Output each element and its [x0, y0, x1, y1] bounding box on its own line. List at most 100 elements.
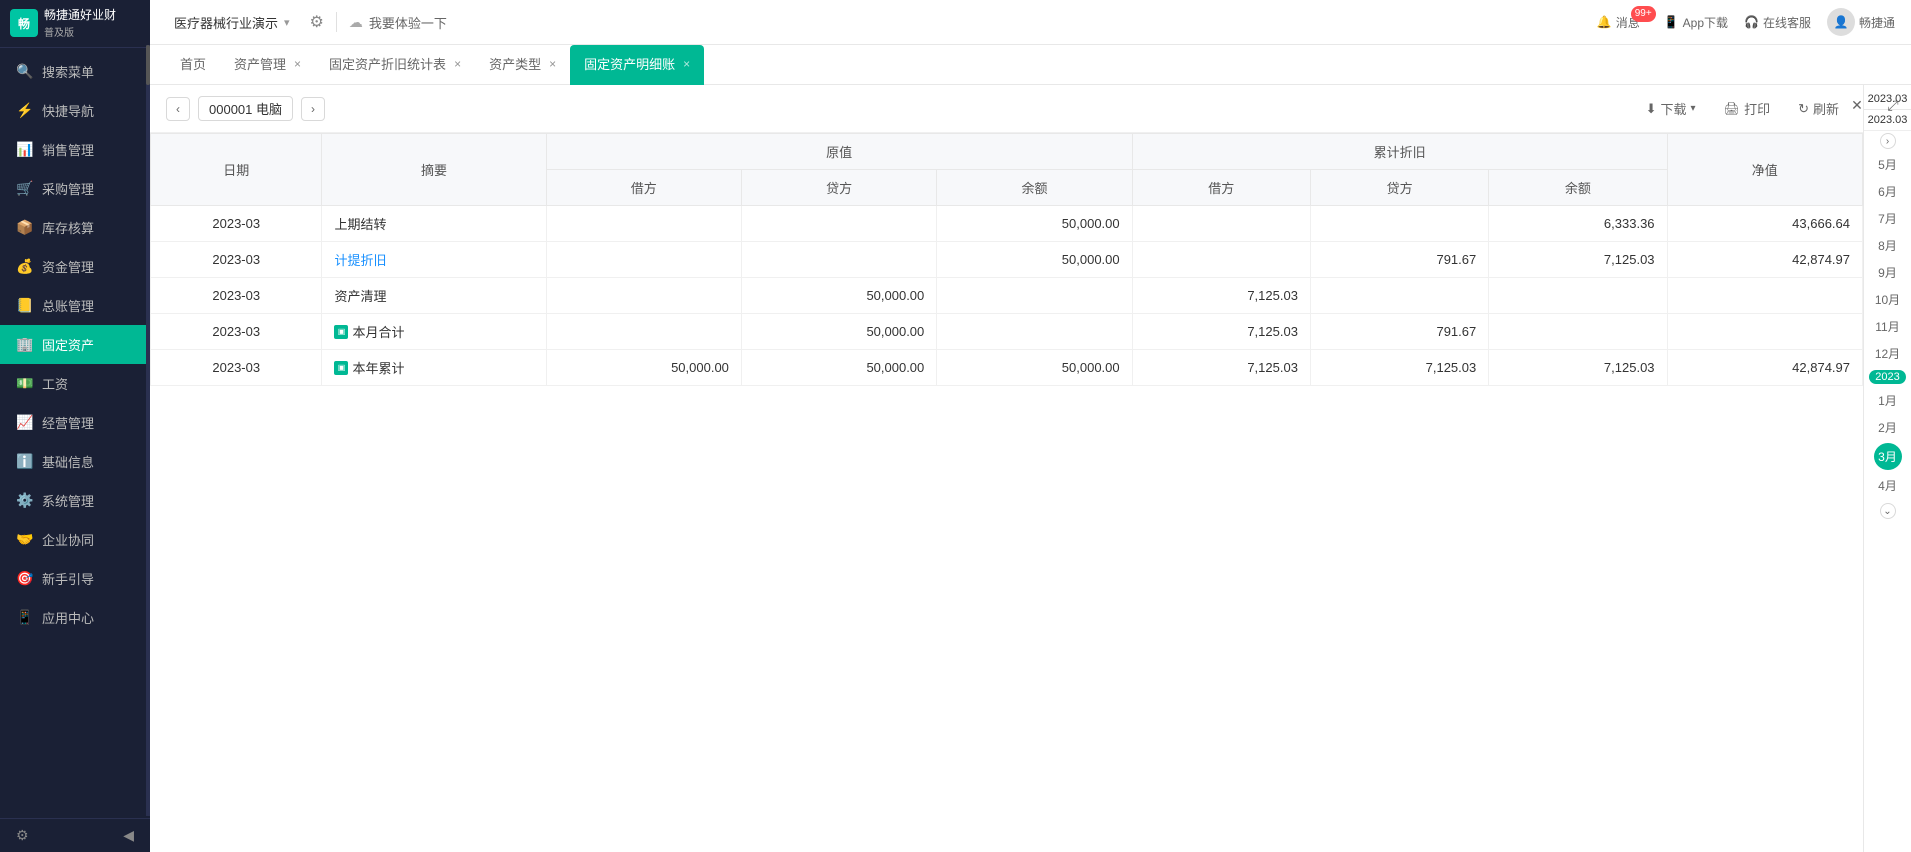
timeline-month-3-active[interactable]: 3月 [1874, 443, 1902, 470]
tabbar: 首页 资产管理 × 固定资产折旧统计表 × 资产类型 × 固定资产明细账 × [150, 45, 1911, 85]
timeline-month-2[interactable]: 2月 [1864, 414, 1911, 441]
tab-asset-type[interactable]: 资产类型 × [475, 45, 570, 85]
finance-icon: 💰 [16, 258, 34, 275]
cell-orig-debit [546, 278, 741, 314]
cell-orig-debit [546, 242, 741, 278]
search-icon: 🔍 [16, 63, 34, 80]
sidebar-item-fixed-assets[interactable]: 🏢 固定资产 [0, 325, 150, 364]
timeline-month-7[interactable]: 7月 [1864, 205, 1911, 232]
sidebar-item-label: 库存核算 [42, 218, 94, 237]
close-panel-button[interactable]: ✕ [1839, 85, 1875, 125]
cell-date: 2023-03 [151, 350, 322, 386]
content-area: ✕ ⤢ ‹ 000001 电脑 › ⬇ 下载 ▾ 🖨 打印 [150, 85, 1911, 852]
cell-summary: 计提折旧 [322, 242, 546, 278]
cell-depr-balance [1489, 314, 1667, 350]
timeline-month-12[interactable]: 12月 [1864, 340, 1911, 367]
download-button[interactable]: ⬇ 下载 ▾ [1638, 95, 1704, 122]
cell-date: 2023-03 [151, 314, 322, 350]
sidebar-item-label: 搜索菜单 [42, 62, 94, 81]
sidebar-item-search[interactable]: 🔍 搜索菜单 [0, 52, 150, 91]
cell-depr-debit: 7,125.03 [1132, 314, 1310, 350]
next-button[interactable]: › [301, 97, 325, 121]
timeline-month-6[interactable]: 6月 [1864, 178, 1911, 205]
col-depr-debit: 借方 [1132, 170, 1310, 206]
company-selector[interactable]: 医疗器械行业演示 ▾ [166, 9, 298, 36]
tab-asset-mgmt-close[interactable]: × [294, 57, 301, 71]
timeline-down-button[interactable]: ⌄ [1880, 503, 1896, 519]
headset-icon: 🎧 [1744, 15, 1759, 29]
topbar-divider [336, 12, 337, 32]
timeline-month-9[interactable]: 9月 [1864, 259, 1911, 286]
tab-depreciation-stats[interactable]: 固定资产折旧统计表 × [315, 45, 475, 85]
sidebar-item-quicknav[interactable]: ⚡ 快捷导航 [0, 91, 150, 130]
col-accumulated-depr: 累计折旧 [1132, 134, 1667, 170]
user-menu[interactable]: 👤 畅捷通 [1827, 8, 1895, 36]
tab-depreciation-stats-close[interactable]: × [454, 57, 461, 71]
cell-depr-credit: 791.67 [1310, 242, 1488, 278]
timeline-year-2023-section: 2023 1月 2月 3月 4月 [1864, 367, 1911, 499]
timeline-month-8[interactable]: 8月 [1864, 232, 1911, 259]
download-label: 下载 [1661, 99, 1687, 118]
cell-orig-balance [937, 314, 1132, 350]
cell-date: 2023-03 [151, 206, 322, 242]
table-row: 2023-03 计提折旧 50,000.00 791.67 7,125.03 4… [151, 242, 1863, 278]
timeline-month-1[interactable]: 1月 [1864, 387, 1911, 414]
timeline-collapse-button[interactable]: › [1880, 133, 1896, 149]
sidebar-item-finance[interactable]: 💰 资金管理 [0, 247, 150, 286]
sidebar-item-purchase[interactable]: 🛒 采购管理 [0, 169, 150, 208]
year-2023-badge[interactable]: 2023 [1869, 370, 1905, 384]
basicinfo-icon: ℹ️ [16, 453, 34, 470]
tab-asset-mgmt[interactable]: 资产管理 × [220, 45, 315, 85]
company-dropdown-icon: ▾ [284, 16, 290, 29]
cell-net-value [1667, 278, 1862, 314]
tab-home[interactable]: 首页 [166, 45, 220, 85]
sidebar-item-enterprise[interactable]: 🤝 企业协同 [0, 520, 150, 559]
experience-button[interactable]: ☁ 我要体验一下 [349, 13, 447, 32]
app-download-button[interactable]: 📱 App下载 [1664, 14, 1728, 31]
col-summary: 摘要 [322, 134, 546, 206]
sidebar-item-sales[interactable]: 📊 销售管理 [0, 130, 150, 169]
collapse-sidebar-icon[interactable]: ◀ [123, 827, 134, 844]
cell-depr-debit: 7,125.03 [1132, 350, 1310, 386]
cell-summary: ▣ 本月合计 [322, 314, 546, 350]
sidebar-item-ledger[interactable]: 📒 总账管理 [0, 286, 150, 325]
sidebar-item-label: 新手引导 [42, 569, 94, 588]
cell-depr-debit [1132, 206, 1310, 242]
sidebar: 畅 畅捷通好业财 普及版 🔍 搜索菜单 ⚡ 快捷导航 📊 销售管理 🛒 采购管理… [0, 0, 150, 852]
enterprise-icon: 🤝 [16, 531, 34, 548]
window-controls: ✕ ⤢ [1839, 85, 1911, 125]
settings-icon[interactable]: ⚙ [16, 827, 29, 844]
cell-depr-debit: 7,125.03 [1132, 278, 1310, 314]
col-date: 日期 [151, 134, 322, 206]
settings-gear-icon[interactable]: ⚙ [310, 12, 324, 32]
tab-asset-type-label: 资产类型 [489, 54, 541, 73]
cell-orig-balance: 50,000.00 [937, 242, 1132, 278]
customer-service-button[interactable]: 🎧 在线客服 [1744, 14, 1811, 31]
company-name: 医疗器械行业演示 [174, 13, 278, 32]
prev-button[interactable]: ‹ [166, 97, 190, 121]
tab-asset-type-close[interactable]: × [549, 57, 556, 71]
timeline-month-10[interactable]: 10月 [1864, 286, 1911, 313]
print-button[interactable]: 🖨 打印 [1716, 95, 1779, 122]
sidebar-item-salary[interactable]: 💵 工资 [0, 364, 150, 403]
sidebar-item-appcenter[interactable]: 📱 应用中心 [0, 598, 150, 637]
tab-asset-detail[interactable]: 固定资产明细账 × [570, 45, 704, 85]
sidebar-item-label: 企业协同 [42, 530, 94, 549]
ledger-table: 日期 摘要 原值 累计折旧 净值 借方 贷方 余额 借方 贷方 余额 [150, 133, 1863, 386]
cell-orig-credit: 50,000.00 [741, 350, 936, 386]
maximize-panel-button[interactable]: ⤢ [1875, 85, 1911, 125]
notifications-button[interactable]: 🔔 消息 99+ [1589, 14, 1648, 31]
sidebar-item-newguide[interactable]: 🎯 新手引导 [0, 559, 150, 598]
purchase-icon: 🛒 [16, 180, 34, 197]
tab-asset-detail-close[interactable]: × [683, 57, 690, 71]
sidebar-item-inventory[interactable]: 📦 库存核算 [0, 208, 150, 247]
col-net-value: 净值 [1667, 134, 1862, 206]
sidebar-item-system[interactable]: ⚙️ 系统管理 [0, 481, 150, 520]
timeline-month-4[interactable]: 4月 [1864, 472, 1911, 499]
sidebar-item-label: 采购管理 [42, 179, 94, 198]
timeline-month-11[interactable]: 11月 [1864, 313, 1911, 340]
sidebar-item-operations[interactable]: 📈 经营管理 [0, 403, 150, 442]
sidebar-item-basicinfo[interactable]: ℹ️ 基础信息 [0, 442, 150, 481]
timeline-month-5[interactable]: 5月 [1864, 151, 1911, 178]
app-logo-icon: 畅 [10, 9, 38, 37]
